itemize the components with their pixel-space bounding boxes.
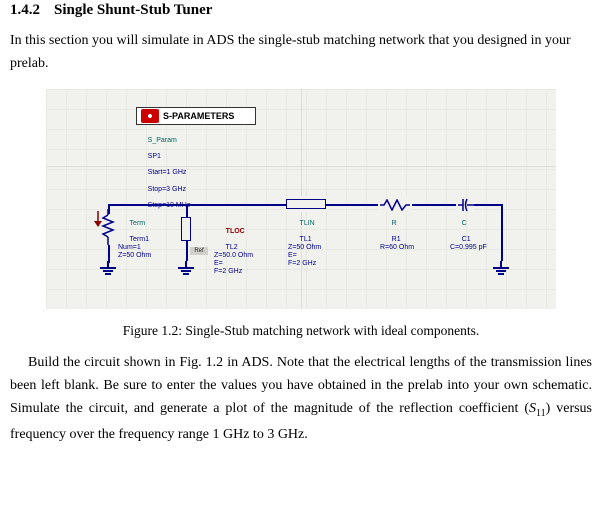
term-symbol xyxy=(101,209,115,243)
wire-stub-top xyxy=(186,204,188,218)
ads-schematic: S-PARAMETERS S_Param SP1 Start=1 GHz Sto… xyxy=(46,89,556,309)
intro-paragraph: In this section you will simulate in ADS… xyxy=(10,29,592,75)
figure-label: Figure 1.2: xyxy=(123,323,182,338)
tloc-stub-symbol xyxy=(181,217,191,241)
sparam-stop: Stop=3 GHz xyxy=(148,186,186,193)
sparam-icon xyxy=(141,109,159,123)
wire-tlin-right xyxy=(326,204,338,206)
body-paragraph: Build the circuit shown in Fig. 1.2 in A… xyxy=(10,351,592,446)
capacitor-symbol xyxy=(458,197,470,211)
term-arrow-icon xyxy=(94,211,102,229)
resistor-text: R R1R=60 Ohm xyxy=(380,212,414,260)
figure-caption-text: Single-Stub matching network with ideal … xyxy=(185,323,479,338)
gnd-right xyxy=(493,267,509,277)
section-title: Single Shunt-Stub Tuner xyxy=(54,2,212,19)
wire-right-down xyxy=(501,204,503,261)
s11-symbol: S xyxy=(529,401,536,416)
capacitor-body: C1C=0.995 pF xyxy=(450,236,487,251)
resistor-body: R1R=60 Ohm xyxy=(380,236,414,251)
tlin-body: TL1Z=50 OhmE=F=2 GHz xyxy=(288,236,321,267)
figure-caption: Figure 1.2: Single-Stub matching network… xyxy=(123,323,480,339)
capacitor-text: C C1C=0.995 pF xyxy=(450,212,487,260)
wire-term-gnd xyxy=(108,245,110,263)
capacitor-header: C xyxy=(462,220,467,227)
ref-box: Ref xyxy=(190,247,208,255)
wire-term-top xyxy=(108,204,110,214)
term-text: Term Term1Num=1Z=50 Ohm xyxy=(118,212,151,268)
tloc-header: TLOC xyxy=(226,228,245,235)
term-body: Term1Num=1Z=50 Ohm xyxy=(118,236,151,259)
resistor-symbol xyxy=(380,199,410,209)
sparam-block-header: S_Param xyxy=(148,137,177,144)
sparam-start: Start=1 GHz xyxy=(148,169,187,176)
term-header: Term xyxy=(130,220,146,227)
section-heading: 1.4.2 Single Shunt-Stub Tuner xyxy=(10,2,592,19)
wire-tlin-left xyxy=(274,204,286,206)
tloc-body: TL2Z=50.0 OhmE=F=2 GHz xyxy=(214,244,253,275)
tlin-text: TLIN TL1Z=50 OhmE=F=2 GHz xyxy=(288,212,321,276)
wire-stub-bottom xyxy=(186,241,188,261)
resistor-header: R xyxy=(392,220,397,227)
figure-container: S-PARAMETERS S_Param SP1 Start=1 GHz Sto… xyxy=(10,89,592,339)
sparam-sp1: SP1 xyxy=(148,153,161,160)
gnd-term xyxy=(100,267,116,277)
sparameters-title-box: S-PARAMETERS xyxy=(136,107,256,125)
s11-subscript: 11 xyxy=(536,408,546,419)
ref-label: Ref xyxy=(194,248,203,254)
tlin-symbol-2 xyxy=(286,199,326,209)
body-p1a: Build the circuit shown in Fig. 1.2 in A… xyxy=(10,355,592,416)
section-number: 1.4.2 xyxy=(10,2,40,19)
tloc-text: TLOC TL2Z=50.0 OhmE=F=2 GHz xyxy=(214,220,253,284)
sparam-label: S-PARAMETERS xyxy=(163,111,234,121)
tlin-header: TLIN xyxy=(300,220,315,227)
gnd-stub xyxy=(178,267,194,277)
